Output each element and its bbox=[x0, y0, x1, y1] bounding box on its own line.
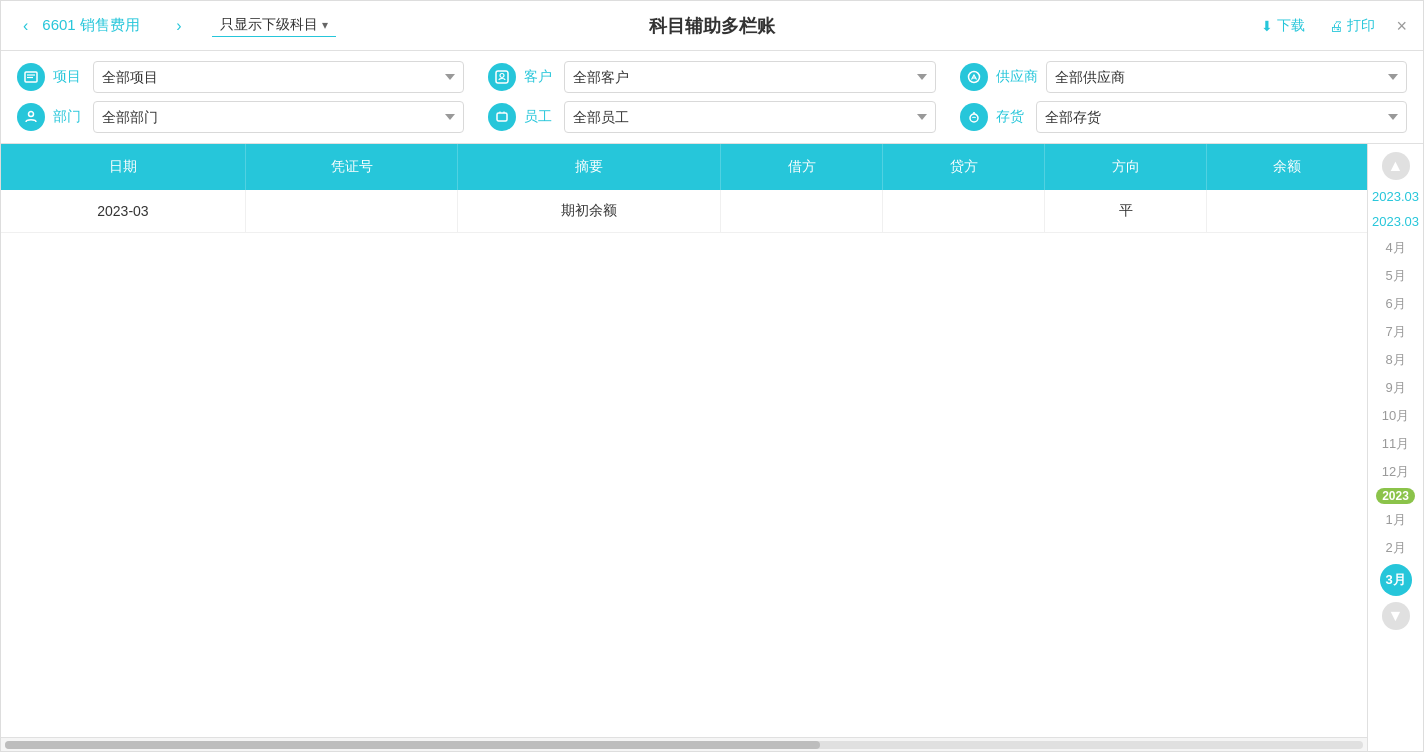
month-item-8[interactable]: 8月 bbox=[1368, 346, 1423, 374]
month-item-4[interactable]: 4月 bbox=[1368, 234, 1423, 262]
cell-voucher bbox=[245, 190, 457, 233]
cell-balance bbox=[1207, 190, 1367, 233]
main-content: 日期 凭证号 摘要 借方 贷方 方向 余额 2023-03 bbox=[1, 144, 1423, 751]
project-select[interactable]: 全部项目 bbox=[93, 61, 464, 93]
year-badge: 2023 bbox=[1376, 488, 1415, 504]
cell-direction: 平 bbox=[1045, 190, 1207, 233]
month-item-11[interactable]: 11月 bbox=[1368, 430, 1423, 458]
month-item-1[interactable]: 1月 bbox=[1368, 506, 1423, 534]
filter-inventory: 存货 全部存货 bbox=[960, 101, 1407, 133]
page-title: 科目辅助多栏账 bbox=[649, 14, 775, 38]
account-label: 6601 销售费用 bbox=[42, 16, 162, 35]
cell-credit bbox=[883, 190, 1045, 233]
project-label: 项目 bbox=[53, 68, 85, 86]
scroll-thumb[interactable] bbox=[5, 741, 820, 749]
month-item-3-active[interactable]: 3月 bbox=[1380, 564, 1412, 596]
chevron-down-icon: ▾ bbox=[322, 18, 328, 32]
filter-supplier: 供应商 全部供应商 bbox=[960, 61, 1407, 93]
customer-label: 客户 bbox=[524, 68, 556, 86]
customer-icon bbox=[488, 63, 516, 91]
download-button[interactable]: ⬇ 下载 bbox=[1261, 17, 1305, 35]
cell-debit bbox=[721, 190, 883, 233]
download-icon: ⬇ bbox=[1261, 18, 1273, 34]
range-start-month[interactable]: 2023.03 bbox=[1368, 184, 1423, 209]
svg-point-5 bbox=[968, 72, 979, 83]
prev-account-button[interactable]: ‹ bbox=[17, 15, 34, 37]
month-item-6[interactable]: 6月 bbox=[1368, 290, 1423, 318]
filter-project: 项目 全部项目 bbox=[17, 61, 464, 93]
next-account-button[interactable]: › bbox=[170, 15, 187, 37]
right-sidebar: ▲ 2023.03 2023.03 4月 5月 6月 7月 8月 9月 10月 … bbox=[1367, 144, 1423, 751]
col-debit: 借方 bbox=[721, 144, 883, 190]
employee-icon bbox=[488, 103, 516, 131]
scroll-track bbox=[5, 741, 1363, 749]
inventory-icon bbox=[960, 103, 988, 131]
title-bar: ‹ 6601 销售费用 › 只显示下级科目 ▾ 科目辅助多栏账 ⬇ 下载 🖨 打… bbox=[1, 1, 1423, 51]
inventory-label: 存货 bbox=[996, 108, 1028, 126]
month-item-5[interactable]: 5月 bbox=[1368, 262, 1423, 290]
filter-customer: 客户 全部客户 bbox=[488, 61, 935, 93]
customer-select[interactable]: 全部客户 bbox=[564, 61, 935, 93]
show-sub-button[interactable]: 只显示下级科目 ▾ bbox=[212, 14, 336, 37]
filter-employee: 员工 全部员工 bbox=[488, 101, 935, 133]
department-select[interactable]: 全部部门 bbox=[93, 101, 464, 133]
svg-rect-8 bbox=[497, 113, 507, 121]
project-icon bbox=[17, 63, 45, 91]
month-item-9[interactable]: 9月 bbox=[1368, 374, 1423, 402]
department-icon bbox=[17, 103, 45, 131]
department-label: 部门 bbox=[53, 108, 85, 126]
print-button[interactable]: 🖨 打印 bbox=[1329, 17, 1375, 35]
horizontal-scrollbar[interactable] bbox=[1, 737, 1367, 751]
col-direction: 方向 bbox=[1045, 144, 1207, 190]
month-item-10[interactable]: 10月 bbox=[1368, 402, 1423, 430]
filter-department: 部门 全部部门 bbox=[17, 101, 464, 133]
col-balance: 余额 bbox=[1207, 144, 1367, 190]
col-credit: 贷方 bbox=[883, 144, 1045, 190]
month-item-2[interactable]: 2月 bbox=[1368, 534, 1423, 562]
svg-point-11 bbox=[970, 114, 978, 122]
col-date: 日期 bbox=[1, 144, 245, 190]
supplier-label: 供应商 bbox=[996, 68, 1038, 86]
table-row: 2023-03 期初余额 平 bbox=[1, 190, 1367, 233]
data-table: 日期 凭证号 摘要 借方 贷方 方向 余额 2023-03 bbox=[1, 144, 1367, 233]
cell-summary: 期初余额 bbox=[458, 190, 721, 233]
month-item-12[interactable]: 12月 bbox=[1368, 458, 1423, 486]
svg-point-7 bbox=[29, 112, 34, 117]
main-window: ‹ 6601 销售费用 › 只显示下级科目 ▾ 科目辅助多栏账 ⬇ 下载 🖨 打… bbox=[0, 0, 1424, 752]
table-area: 日期 凭证号 摘要 借方 贷方 方向 余额 2023-03 bbox=[1, 144, 1367, 737]
svg-point-4 bbox=[500, 74, 504, 78]
month-item-7[interactable]: 7月 bbox=[1368, 318, 1423, 346]
supplier-select[interactable]: 全部供应商 bbox=[1046, 61, 1407, 93]
nav-area: ‹ 6601 销售费用 › 只显示下级科目 ▾ bbox=[17, 14, 336, 37]
close-button[interactable]: × bbox=[1396, 15, 1407, 36]
sidebar-up-arrow[interactable]: ▲ bbox=[1382, 152, 1410, 180]
cell-date: 2023-03 bbox=[1, 190, 245, 233]
col-voucher: 凭证号 bbox=[245, 144, 457, 190]
employee-label: 员工 bbox=[524, 108, 556, 126]
range-end-month[interactable]: 2023.03 bbox=[1368, 209, 1423, 234]
filter-area: 项目 全部项目 客户 全部客户 供应商 全部供应商 bbox=[1, 51, 1423, 144]
col-summary: 摘要 bbox=[458, 144, 721, 190]
sidebar-down-arrow[interactable]: ▼ bbox=[1382, 602, 1410, 630]
toolbar-right: ⬇ 下载 🖨 打印 bbox=[1261, 17, 1375, 35]
table-header-row: 日期 凭证号 摘要 借方 贷方 方向 余额 bbox=[1, 144, 1367, 190]
supplier-icon bbox=[960, 63, 988, 91]
inventory-select[interactable]: 全部存货 bbox=[1036, 101, 1407, 133]
employee-select[interactable]: 全部员工 bbox=[564, 101, 935, 133]
print-icon: 🖨 bbox=[1329, 18, 1343, 34]
